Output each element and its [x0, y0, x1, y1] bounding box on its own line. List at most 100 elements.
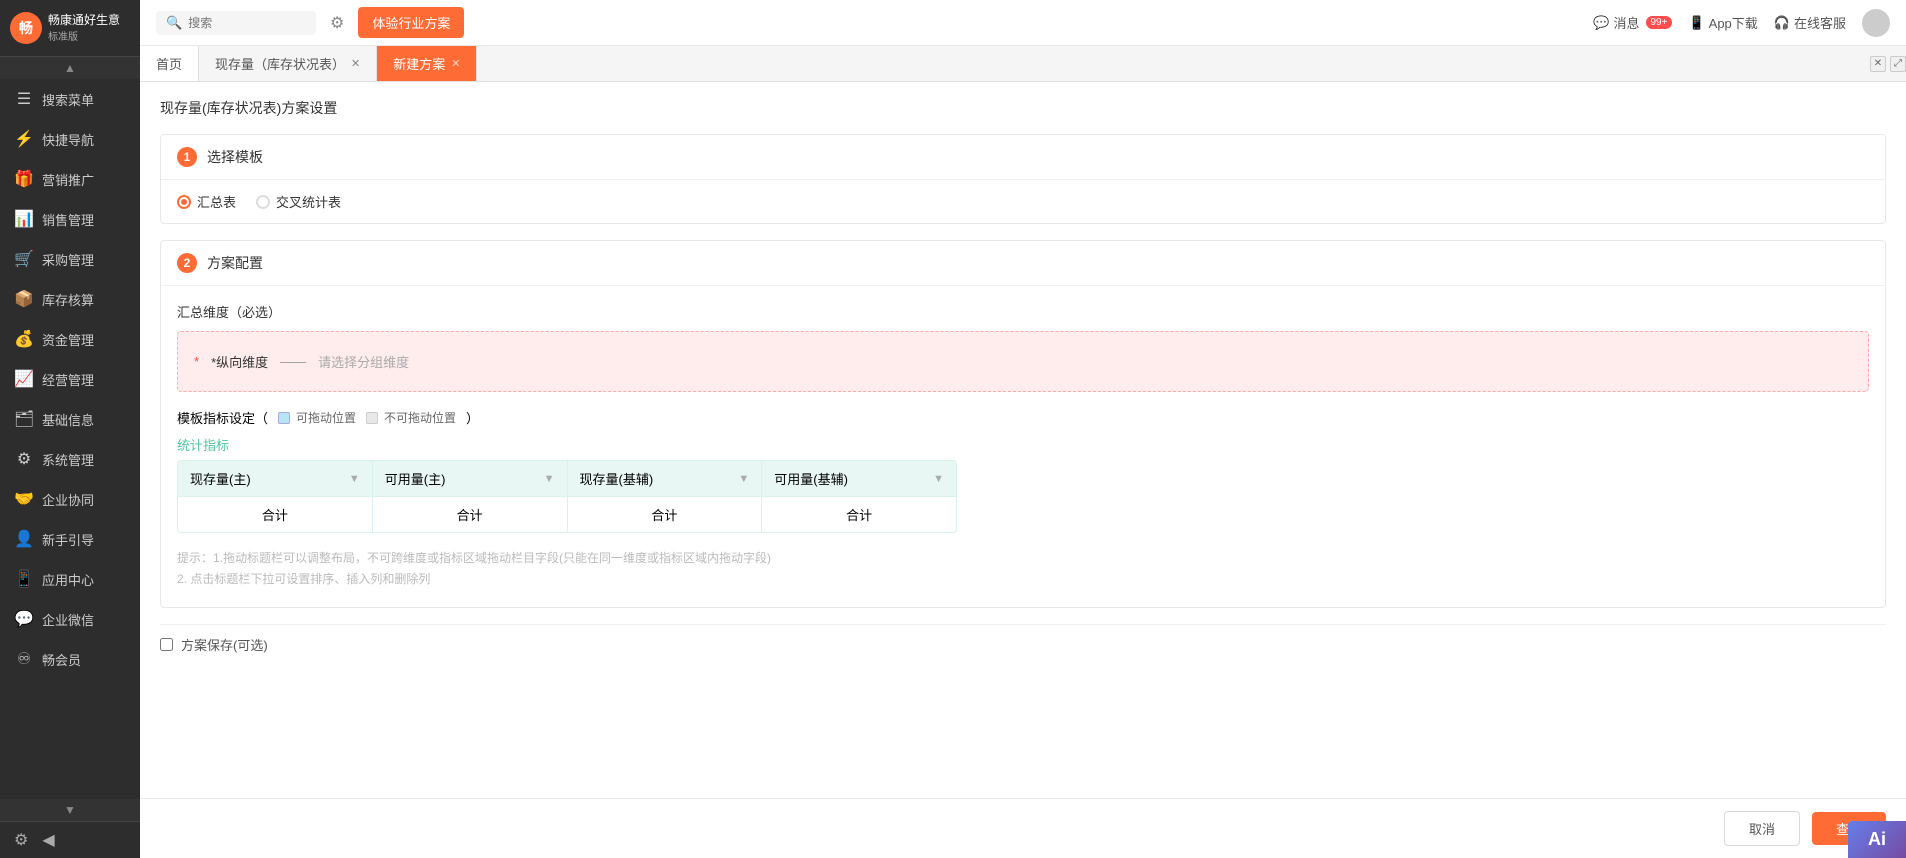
- sidebar-item-label: 企业微信: [42, 610, 94, 629]
- trial-button[interactable]: 体验行业方案: [358, 7, 464, 38]
- sidebar-item-label: 资金管理: [42, 330, 94, 349]
- sidebar-item-label: 基础信息: [42, 410, 94, 429]
- app-download-button[interactable]: 📱 App下载: [1688, 13, 1757, 32]
- val-available-main: 合计: [373, 497, 568, 532]
- option-cross[interactable]: 交叉统计表: [256, 192, 341, 211]
- tab-home-label: 首页: [156, 54, 182, 73]
- inventory-icon: 📦: [14, 289, 34, 309]
- col-available-base-chevron[interactable]: ▼: [933, 473, 944, 485]
- ai-badge[interactable]: Ai: [1848, 821, 1906, 858]
- col-inventory-main-label: 现存量(主): [190, 469, 251, 488]
- cancel-button[interactable]: 取消: [1724, 811, 1800, 846]
- sidebar: 畅 畅康通好生意 标准版 ▲ ☰ 搜索菜单 ⚡ 快捷导航 🎁 营销推广 📊 销售…: [0, 0, 140, 858]
- template-options: 汇总表 交叉统计表: [161, 180, 1885, 223]
- sales-icon: 📊: [14, 209, 34, 229]
- baseinfo-icon: 🗂: [14, 409, 34, 429]
- sidebar-item-inventory[interactable]: 📦 库存核算: [0, 279, 140, 319]
- collab-icon: 🤝: [14, 489, 34, 509]
- sidebar-item-label: 新手引导: [42, 530, 94, 549]
- sidebar-item-operations[interactable]: 📈 经营管理: [0, 359, 140, 399]
- option-summary[interactable]: 汇总表: [177, 192, 236, 211]
- sidebar-item-sales[interactable]: 📊 销售管理: [0, 199, 140, 239]
- step1-title: 选择模板: [207, 147, 263, 167]
- tab-inventory[interactable]: 现存量（库存状况表） ✕: [199, 46, 377, 81]
- indicator-config-label: 模板指标设定（: [177, 408, 268, 427]
- topbar-search-box[interactable]: 🔍: [156, 11, 316, 35]
- stats-table-container: 统计指标 现存量(主) ▼ 可用量(主) ▼: [177, 435, 1869, 533]
- sidebar-item-marketing[interactable]: 🎁 营销推广: [0, 159, 140, 199]
- message-button[interactable]: 💬 消息 99+: [1593, 13, 1672, 32]
- expand-button[interactable]: ⤢: [1890, 56, 1906, 72]
- search-input[interactable]: [188, 16, 306, 30]
- draggable-legend: 可拖动位置: [278, 409, 356, 426]
- service-icon: 🎧: [1774, 15, 1790, 31]
- tab-new-scheme-close[interactable]: ✕: [451, 57, 460, 70]
- sidebar-item-label: 经营管理: [42, 370, 94, 389]
- footer-save: 方案保存(可选): [160, 624, 1886, 664]
- radio-summary[interactable]: [177, 195, 191, 209]
- col-inventory-base: 现存量(基辅) ▼: [568, 461, 763, 496]
- sidebar-item-newuser[interactable]: 👤 新手引导: [0, 519, 140, 559]
- sidebar-item-label: 应用中心: [42, 570, 94, 589]
- dimension-box[interactable]: * *纵向维度 —— 请选择分组维度: [177, 331, 1869, 392]
- stats-label: 统计指标: [177, 435, 1869, 454]
- sidebar-item-vip[interactable]: ♾ 畅会员: [0, 639, 140, 679]
- app-download-label: App下载: [1709, 13, 1758, 32]
- option-cross-label: 交叉统计表: [276, 192, 341, 211]
- tabbar: 首页 现存量（库存状况表） ✕ 新建方案 ✕ ✕ ⤢: [140, 46, 1906, 82]
- sidebar-item-quicknav[interactable]: ⚡ 快捷导航: [0, 119, 140, 159]
- val-inventory-base: 合计: [568, 497, 763, 532]
- sidebar-scroll-down[interactable]: ▼: [0, 799, 140, 821]
- settings-icon[interactable]: ⚙: [14, 830, 28, 850]
- user-avatar[interactable]: [1862, 9, 1890, 37]
- appstore-icon: 📱: [14, 569, 34, 589]
- col-available-main: 可用量(主) ▼: [373, 461, 568, 496]
- sidebar-item-label: 系统管理: [42, 450, 94, 469]
- not-draggable-legend: 不可拖动位置: [366, 409, 456, 426]
- online-service-button[interactable]: 🎧 在线客服: [1774, 13, 1846, 32]
- not-draggable-dot: [366, 412, 378, 424]
- option-summary-label: 汇总表: [197, 192, 236, 211]
- sidebar-item-label: 企业协同: [42, 490, 94, 509]
- sidebar-item-collab[interactable]: 🤝 企业协同: [0, 479, 140, 519]
- step2-badge: 2: [177, 253, 197, 273]
- sidebar-item-label: 销售管理: [42, 210, 94, 229]
- page-title: 现存量(库存状况表)方案设置: [160, 98, 1886, 118]
- service-label: 在线客服: [1794, 13, 1846, 32]
- col-available-base-label: 可用量(基辅): [774, 469, 848, 488]
- col-inventory-main-chevron[interactable]: ▼: [349, 473, 360, 485]
- step2-section: 2 方案配置 汇总维度（必选） * *纵向维度 —— 请选择分组维度 模板指标设…: [160, 240, 1886, 608]
- col-available-main-chevron[interactable]: ▼: [544, 473, 555, 485]
- marketing-icon: 🎁: [14, 169, 34, 189]
- tab-home[interactable]: 首页: [140, 46, 199, 81]
- close-paren: ）: [466, 408, 479, 427]
- collapse-icon[interactable]: ◀: [42, 830, 54, 850]
- purchase-icon: 🛒: [14, 249, 34, 269]
- sidebar-item-label: 采购管理: [42, 250, 94, 269]
- radio-cross[interactable]: [256, 195, 270, 209]
- sidebar-item-appstore[interactable]: 📱 应用中心: [0, 559, 140, 599]
- sidebar-item-system[interactable]: ⚙ 系统管理: [0, 439, 140, 479]
- tab-new-scheme-label: 新建方案: [393, 54, 445, 73]
- app-edition: 标准版: [48, 28, 120, 43]
- tab-new-scheme[interactable]: 新建方案 ✕: [377, 46, 477, 81]
- sidebar-item-purchase[interactable]: 🛒 采购管理: [0, 239, 140, 279]
- required-star: *: [194, 354, 199, 369]
- draggable-label: 可拖动位置: [296, 409, 356, 426]
- sidebar-item-label: 营销推广: [42, 170, 94, 189]
- tab-inventory-close[interactable]: ✕: [351, 57, 360, 70]
- vertical-dimension-label: *纵向维度: [211, 352, 268, 371]
- action-bar: 取消 查询: [140, 798, 1906, 858]
- sidebar-item-search[interactable]: ☰ 搜索菜单: [0, 79, 140, 119]
- minimize-button[interactable]: ✕: [1870, 56, 1886, 72]
- sidebar-item-baseinfo[interactable]: 🗂 基础信息: [0, 399, 140, 439]
- main-area: 🔍 ⚙ 体验行业方案 💬 消息 99+ 📱 App下载 🎧 在线客服: [140, 0, 1906, 858]
- sidebar-scroll-up[interactable]: ▲: [0, 57, 140, 79]
- save-checkbox[interactable]: [160, 638, 173, 651]
- step1-badge: 1: [177, 147, 197, 167]
- sidebar-item-wechat[interactable]: 💬 企业微信: [0, 599, 140, 639]
- col-inventory-base-chevron[interactable]: ▼: [738, 473, 749, 485]
- sidebar-item-finance[interactable]: 💰 资金管理: [0, 319, 140, 359]
- gear-icon[interactable]: ⚙: [330, 13, 344, 33]
- stats-values-row: 合计 合计 合计 合计: [178, 496, 956, 532]
